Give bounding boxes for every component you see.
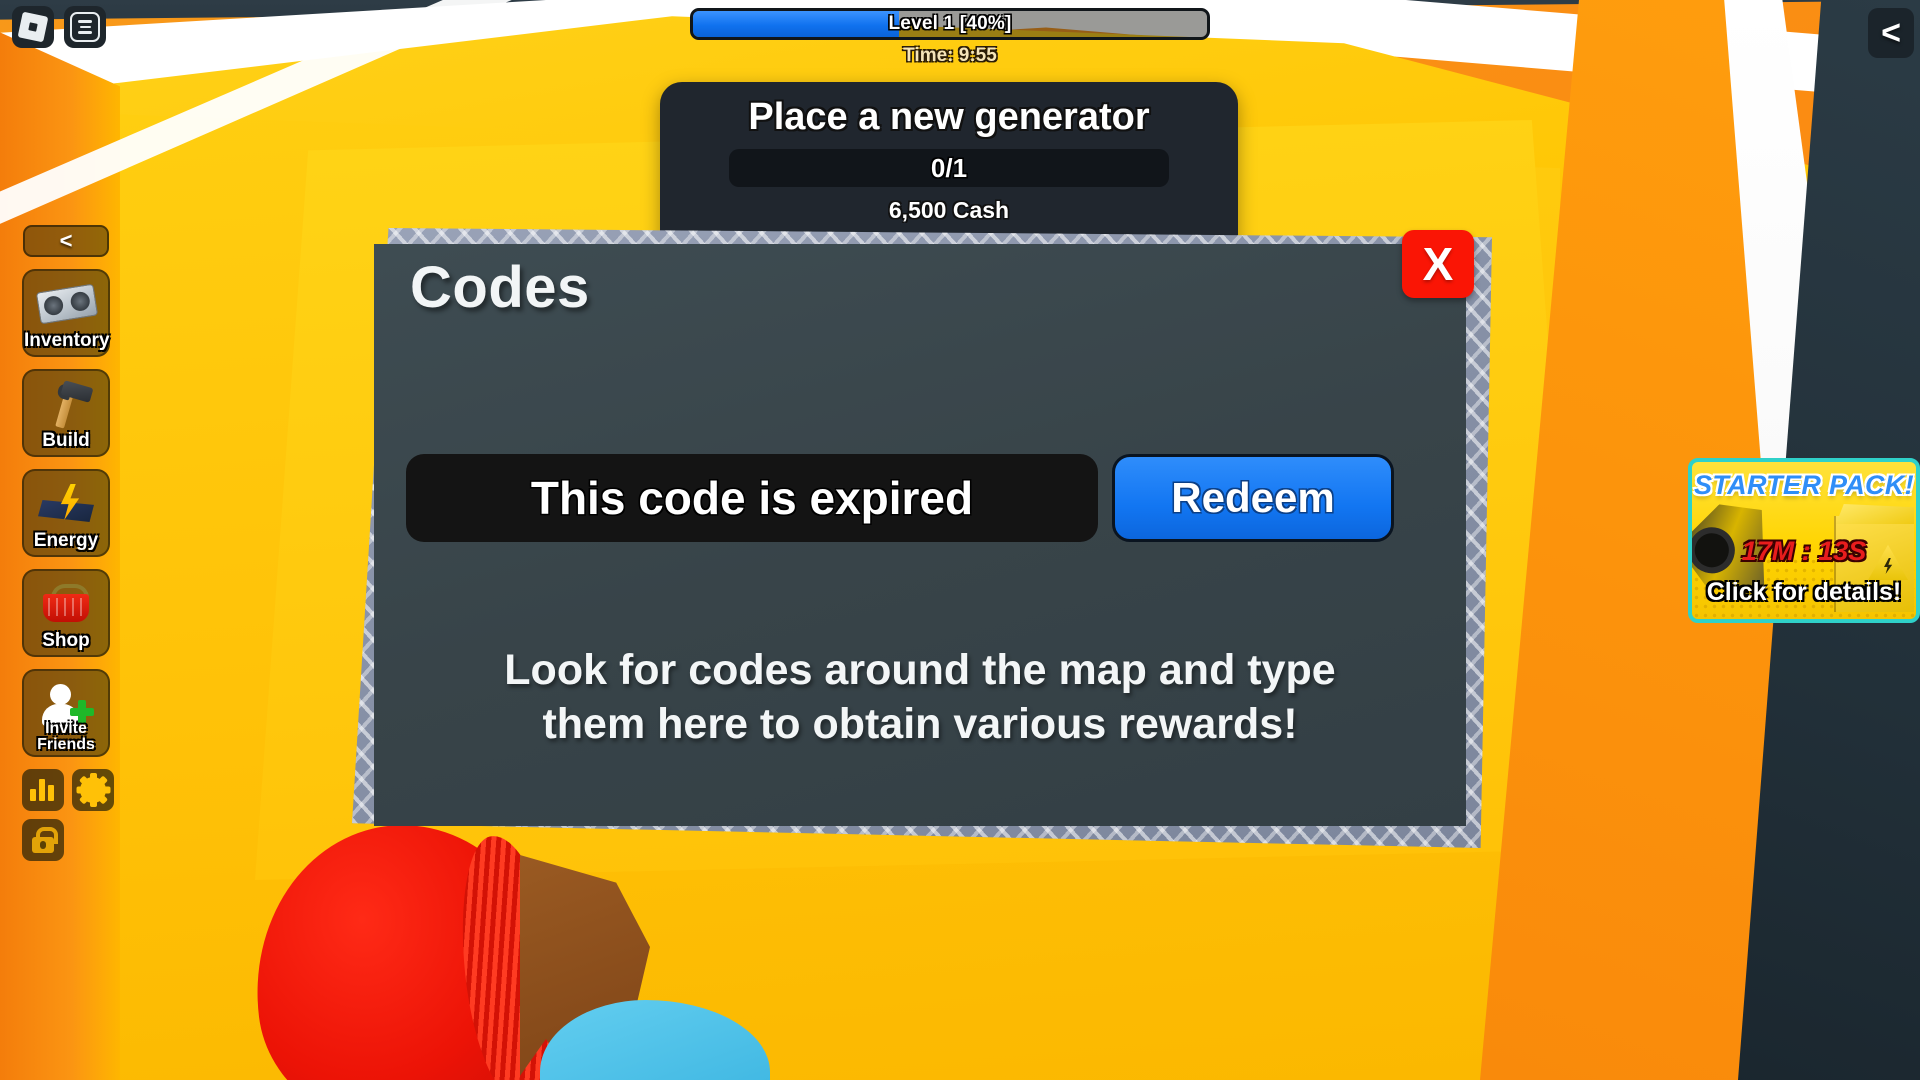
level-progress-area: Level 1 [40%] Time: 9:55 — [690, 8, 1210, 67]
starter-pack-timer: 17M : 13S — [1741, 536, 1867, 566]
sidebar-small-buttons-row-2 — [22, 819, 114, 869]
stats-button[interactable] — [22, 769, 64, 811]
sidebar-item-label-line1: Invite — [45, 720, 87, 737]
bar-chart-icon — [30, 779, 56, 801]
sidebar-item-shop[interactable]: Shop — [22, 569, 110, 657]
redeem-button[interactable]: Redeem — [1112, 454, 1394, 542]
starter-pack-crate-lid — [1836, 504, 1914, 524]
starter-pack-title: STARTER PACK! — [1694, 470, 1914, 500]
roblox-logo-icon — [17, 11, 49, 43]
code-input[interactable]: This code is expired — [406, 454, 1098, 542]
sidebar-small-buttons — [22, 769, 114, 819]
codes-dialog-title: Codes — [410, 255, 590, 320]
close-button[interactable]: X — [1402, 230, 1474, 298]
quest-reward: 6,500 Cash — [888, 197, 1010, 223]
starter-pack-banner[interactable]: STARTER PACK! 17M : 13S Click for detail… — [1688, 458, 1920, 623]
menu-icon — [70, 12, 100, 42]
sidebar-item-label-line2: Friends — [37, 736, 95, 753]
sidebar-item-inventory[interactable]: Inventory — [22, 269, 110, 357]
lock-icon — [32, 827, 58, 853]
sidebar-item-label: Inventory — [24, 330, 110, 351]
sidebar-item-energy[interactable]: Energy — [22, 469, 110, 557]
shopping-basket-icon — [36, 578, 96, 628]
level-progress-label: Level 1 [40%] — [888, 13, 1012, 34]
settings-button[interactable] — [72, 769, 114, 811]
round-timer: Time: 9:55 — [903, 45, 997, 66]
sidebar-item-build[interactable]: Build — [22, 369, 110, 457]
quest-progress: 0/1 — [729, 149, 1169, 187]
left-sidebar: < Inventory Build Energy Shop Invite Fri… — [18, 225, 114, 869]
collapse-right-panel-button[interactable]: < — [1868, 8, 1914, 58]
codes-dialog: Codes X This code is expired Redeem Look… — [352, 228, 1492, 848]
lightning-bolt-icon — [36, 478, 96, 528]
roblox-menu-button[interactable] — [12, 6, 54, 48]
sidebar-item-label: Shop — [42, 630, 90, 651]
level-progress-bar: Level 1 [40%] — [690, 8, 1210, 40]
quest-title: Place a new generator — [748, 96, 1150, 138]
sidebar-item-label: Invite Friends — [24, 721, 108, 753]
hammer-icon — [36, 378, 96, 429]
codes-description: Look for codes around the map and type t… — [434, 644, 1406, 752]
sidebar-collapse-button[interactable]: < — [23, 225, 109, 257]
gear-icon — [76, 773, 110, 807]
codes-input-row: This code is expired Redeem — [406, 454, 1394, 542]
sidebar-item-invite-friends[interactable]: Invite Friends — [22, 669, 110, 757]
codes-dialog-body: Codes X This code is expired Redeem Look… — [374, 230, 1474, 826]
codes-description-line-1: Look for codes around the map and type — [504, 646, 1336, 694]
codes-description-line-2: them here to obtain various rewards! — [542, 699, 1298, 748]
sidebar-item-label: Energy — [33, 530, 99, 551]
roblox-topbar — [12, 6, 106, 48]
game-screen: < Level 1 [40%] Time: 9:55 Place a new g… — [0, 0, 1920, 1080]
locked-feature-button[interactable] — [22, 819, 64, 861]
sidebar-item-label: Build — [42, 430, 90, 451]
starter-pack-cta: Click for details! — [1706, 578, 1902, 606]
gpu-icon — [35, 278, 99, 328]
chat-menu-button[interactable] — [64, 6, 106, 48]
